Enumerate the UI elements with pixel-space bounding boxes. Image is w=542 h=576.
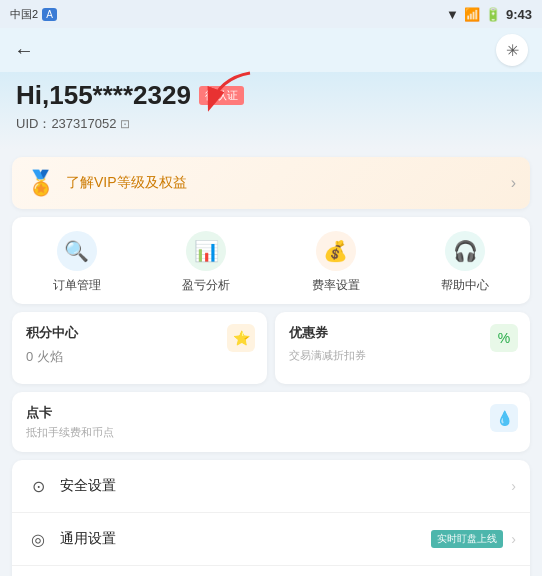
fees-label: 费率设置 (312, 277, 360, 294)
back-button[interactable]: ← (14, 39, 34, 62)
points-card-title: 积分中心 (26, 324, 253, 342)
header-bar: ← ✳ (0, 28, 542, 72)
list-section: ⊙ 安全设置 › ◎ 通用设置 实时盯盘上线 › ℹ 关于我们 · 发现新版本 … (12, 460, 530, 576)
fees-icon: 💰 (316, 231, 356, 271)
status-left: 中国2 A (10, 7, 57, 22)
settings-button[interactable]: ✳ (496, 34, 528, 66)
general-arrow: › (511, 531, 516, 547)
points-card-icon-button[interactable]: ⭐ (227, 324, 255, 352)
vip-text: 了解VIP等级及权益 (66, 174, 501, 192)
security-icon: ⊙ (26, 474, 50, 498)
security-label: 安全设置 (60, 477, 511, 495)
copy-icon[interactable]: ⊡ (120, 117, 130, 131)
orders-icon: 🔍 (57, 231, 97, 271)
analysis-label: 盈亏分析 (182, 277, 230, 294)
dot-card-subtitle: 抵扣手续费和币点 (26, 425, 114, 440)
time-label: 9:43 (506, 7, 532, 22)
vip-banner[interactable]: 🏅 了解VIP等级及权益 › (12, 157, 530, 209)
general-icon: ◎ (26, 527, 50, 551)
list-item-about[interactable]: ℹ 关于我们 · 发现新版本 › (12, 566, 530, 576)
dot-card-icon-button[interactable]: 💧 (490, 404, 518, 432)
security-arrow: › (511, 478, 516, 494)
coupons-card-sub: 交易满减折扣券 (289, 348, 516, 363)
list-item-security[interactable]: ⊙ 安全设置 › (12, 460, 530, 513)
pending-badge[interactable]: 待认证 (199, 86, 244, 105)
cards-row: 积分中心 0 火焰 ⭐ 优惠券 交易满减折扣券 % (12, 312, 530, 384)
points-card[interactable]: 积分中心 0 火焰 ⭐ (12, 312, 267, 384)
coupons-card-icon-button[interactable]: % (490, 324, 518, 352)
status-bar: 中国2 A ▼ 📶 🔋 9:43 (0, 0, 542, 28)
profile-name: Hi,155****2329 (16, 80, 191, 111)
profile-section: Hi,155****2329 待认证 UID：237317052 ⊡ (0, 72, 542, 149)
profile-name-row: Hi,155****2329 待认证 (16, 80, 526, 111)
quick-item-orders[interactable]: 🔍 订单管理 (47, 231, 107, 294)
coupons-card-title: 优惠券 (289, 324, 516, 342)
help-icon: 🎧 (445, 231, 485, 271)
points-card-value: 0 火焰 (26, 348, 253, 366)
list-item-general[interactable]: ◎ 通用设置 实时盯盘上线 › (12, 513, 530, 566)
quick-item-help[interactable]: 🎧 帮助中心 (435, 231, 495, 294)
coupons-card[interactable]: 优惠券 交易满减折扣券 % (275, 312, 530, 384)
dot-card[interactable]: 点卡 抵扣手续费和币点 💧 (12, 392, 530, 452)
signal-icon: 📶 (464, 7, 480, 22)
carrier-label: 中国2 (10, 7, 38, 22)
status-right: ▼ 📶 🔋 9:43 (446, 7, 532, 22)
analysis-icon: 📊 (186, 231, 226, 271)
uid-text: UID：237317052 (16, 115, 116, 133)
quick-item-analysis[interactable]: 📊 盈亏分析 (176, 231, 236, 294)
orders-label: 订单管理 (53, 277, 101, 294)
battery-icon: 🔋 (485, 7, 501, 22)
app-indicator: A (42, 8, 57, 21)
dot-card-left: 点卡 抵扣手续费和币点 (26, 404, 114, 440)
general-badge: 实时盯盘上线 (431, 530, 503, 548)
dot-card-title: 点卡 (26, 404, 114, 422)
general-label: 通用设置 (60, 530, 431, 548)
quick-item-fees[interactable]: 💰 费率设置 (306, 231, 366, 294)
vip-icon: 🏅 (26, 169, 56, 197)
quick-menu: 🔍 订单管理 📊 盈亏分析 💰 费率设置 🎧 帮助中心 (12, 217, 530, 304)
vip-arrow: › (511, 174, 516, 192)
profile-uid: UID：237317052 ⊡ (16, 115, 526, 133)
help-label: 帮助中心 (441, 277, 489, 294)
wifi-icon: ▼ (446, 7, 459, 22)
